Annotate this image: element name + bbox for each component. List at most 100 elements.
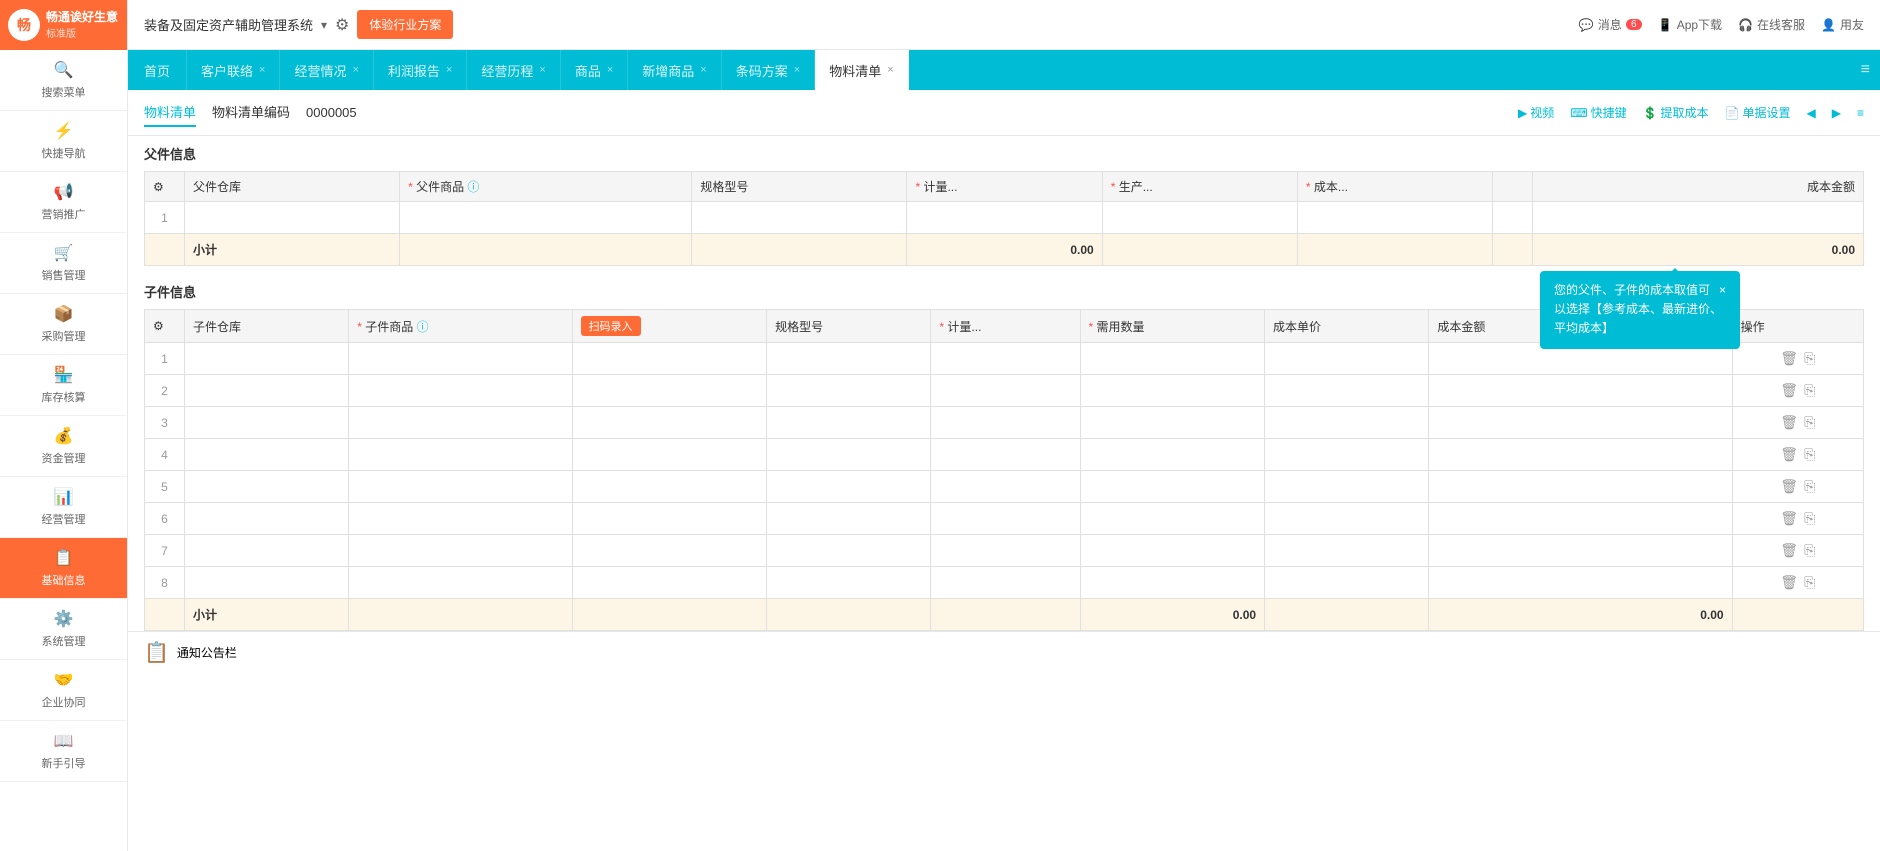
child-row-8-quantity[interactable]	[1080, 567, 1265, 599]
tab-bom[interactable]: 物料清单 ×	[815, 50, 908, 90]
child-row-2-product[interactable]	[349, 375, 572, 407]
tooltip-close-button[interactable]: ×	[1719, 281, 1726, 300]
message-item[interactable]: 💬 消息 6	[1579, 16, 1642, 33]
copy-icon-7[interactable]: ⎘	[1804, 542, 1815, 559]
child-row-2-unit-price[interactable]	[1265, 375, 1429, 407]
sidebar-item-search[interactable]: 🔍 搜索菜单	[0, 50, 127, 111]
service-item[interactable]: 🎧 在线客服	[1738, 16, 1805, 33]
nav-next-icon[interactable]: ▶	[1832, 106, 1841, 120]
tab-operations-close[interactable]: ×	[352, 64, 358, 76]
sub-tab-bom-code[interactable]: 物料清单编码	[212, 98, 290, 127]
child-row-2-warehouse[interactable]	[185, 375, 349, 407]
video-action[interactable]: ▶ 视频	[1518, 104, 1554, 121]
parent-row-1-warehouse[interactable]	[185, 202, 400, 234]
tab-barcode-close[interactable]: ×	[794, 64, 800, 76]
system-dropdown-icon[interactable]: ▾	[321, 18, 327, 32]
tab-product-close[interactable]: ×	[607, 64, 613, 76]
child-row-4-quantity[interactable]	[1080, 439, 1265, 471]
parent-row-1-spec[interactable]	[692, 202, 907, 234]
tab-product[interactable]: 商品 ×	[561, 50, 628, 90]
child-row-1-product[interactable]	[349, 343, 572, 375]
child-row-8-product[interactable]	[349, 567, 572, 599]
tab-bom-close[interactable]: ×	[887, 64, 893, 76]
child-row-8-unit[interactable]	[931, 567, 1080, 599]
child-row-5-product[interactable]	[349, 471, 572, 503]
sidebar-item-collab[interactable]: 🤝 企业协同	[0, 660, 127, 721]
delete-icon-2[interactable]: 🗑	[1780, 382, 1798, 399]
tab-history-close[interactable]: ×	[539, 64, 545, 76]
child-row-1-unit[interactable]	[931, 343, 1080, 375]
child-row-5-quantity[interactable]	[1080, 471, 1265, 503]
sub-tab-bom[interactable]: 物料清单	[144, 98, 196, 127]
delete-icon-4[interactable]: 🗑	[1780, 446, 1798, 463]
delete-icon-8[interactable]: 🗑	[1780, 574, 1798, 591]
child-row-3-unit-price[interactable]	[1265, 407, 1429, 439]
delete-icon-1[interactable]: 🗑	[1780, 350, 1798, 367]
parent-row-1-cost[interactable]	[1297, 202, 1492, 234]
child-row-5-unit[interactable]	[931, 471, 1080, 503]
child-row-5-warehouse[interactable]	[185, 471, 349, 503]
child-row-2-unit[interactable]	[931, 375, 1080, 407]
copy-icon-4[interactable]: ⎘	[1804, 446, 1815, 463]
child-row-7-warehouse[interactable]	[185, 535, 349, 567]
settings-icon[interactable]: ⚙	[335, 15, 349, 35]
doc-settings-action[interactable]: 📄 单据设置	[1725, 104, 1791, 121]
child-row-4-product[interactable]	[349, 439, 572, 471]
extract-cost-action[interactable]: 💲 提取成本	[1643, 104, 1709, 121]
child-row-6-unit-price[interactable]	[1265, 503, 1429, 535]
nav-prev-icon[interactable]: ◀	[1807, 106, 1816, 120]
child-row-2-spec[interactable]	[767, 375, 931, 407]
tab-history[interactable]: 经营历程 ×	[467, 50, 560, 90]
sidebar-item-inventory[interactable]: 🏪 库存核算	[0, 355, 127, 416]
child-row-5-spec[interactable]	[767, 471, 931, 503]
child-row-6-unit[interactable]	[931, 503, 1080, 535]
tab-new-product-close[interactable]: ×	[700, 64, 706, 76]
tab-home[interactable]: 首页	[128, 50, 187, 90]
sidebar-item-marketing[interactable]: 📢 营销推广	[0, 172, 127, 233]
copy-icon-2[interactable]: ⎘	[1804, 382, 1815, 399]
child-row-4-unit[interactable]	[931, 439, 1080, 471]
child-row-1-spec[interactable]	[767, 343, 931, 375]
delete-icon-3[interactable]: 🗑	[1780, 414, 1798, 431]
child-row-8-warehouse[interactable]	[185, 567, 349, 599]
sidebar-item-sales[interactable]: 🛒 销售管理	[0, 233, 127, 294]
sidebar-item-system[interactable]: ⚙️ 系统管理	[0, 599, 127, 660]
copy-icon-6[interactable]: ⎘	[1804, 510, 1815, 527]
delete-icon-6[interactable]: 🗑	[1780, 510, 1798, 527]
child-row-4-spec[interactable]	[767, 439, 931, 471]
parent-row-1-unit[interactable]	[907, 202, 1102, 234]
scan-button[interactable]: 扫码录入	[581, 316, 641, 336]
copy-icon-5[interactable]: ⎘	[1804, 478, 1815, 495]
shortcut-action[interactable]: ⌨ 快捷键	[1570, 104, 1626, 121]
child-row-7-quantity[interactable]	[1080, 535, 1265, 567]
child-row-3-quantity[interactable]	[1080, 407, 1265, 439]
child-row-7-spec[interactable]	[767, 535, 931, 567]
child-row-1-quantity[interactable]	[1080, 343, 1265, 375]
child-row-8-unit-price[interactable]	[1265, 567, 1429, 599]
sidebar-item-basic[interactable]: 📋 基础信息	[0, 538, 127, 599]
copy-icon-1[interactable]: ⎘	[1804, 350, 1815, 367]
parent-col-settings[interactable]: ⚙	[145, 172, 185, 202]
tab-profit-close[interactable]: ×	[446, 64, 452, 76]
child-row-7-unit[interactable]	[931, 535, 1080, 567]
child-row-8-spec[interactable]	[767, 567, 931, 599]
parent-row-1-product[interactable]	[400, 202, 692, 234]
child-row-6-warehouse[interactable]	[185, 503, 349, 535]
child-row-6-product[interactable]	[349, 503, 572, 535]
sidebar-item-purchase[interactable]: 📦 采购管理	[0, 294, 127, 355]
copy-icon-3[interactable]: ⎘	[1804, 414, 1815, 431]
delete-icon-7[interactable]: 🗑	[1780, 542, 1798, 559]
child-row-3-warehouse[interactable]	[185, 407, 349, 439]
tab-operations[interactable]: 经营情况 ×	[280, 50, 373, 90]
user-item[interactable]: 👤 用友	[1821, 16, 1864, 33]
child-row-7-product[interactable]	[349, 535, 572, 567]
child-row-3-spec[interactable]	[767, 407, 931, 439]
child-col-settings[interactable]: ⚙	[145, 310, 185, 343]
child-row-1-warehouse[interactable]	[185, 343, 349, 375]
child-row-5-unit-price[interactable]	[1265, 471, 1429, 503]
sidebar-item-guide[interactable]: 📖 新手引导	[0, 721, 127, 782]
sidebar-item-operations[interactable]: 📊 经营管理	[0, 477, 127, 538]
copy-icon-8[interactable]: ⎘	[1804, 574, 1815, 591]
child-row-6-spec[interactable]	[767, 503, 931, 535]
tab-customer-close[interactable]: ×	[259, 64, 265, 76]
